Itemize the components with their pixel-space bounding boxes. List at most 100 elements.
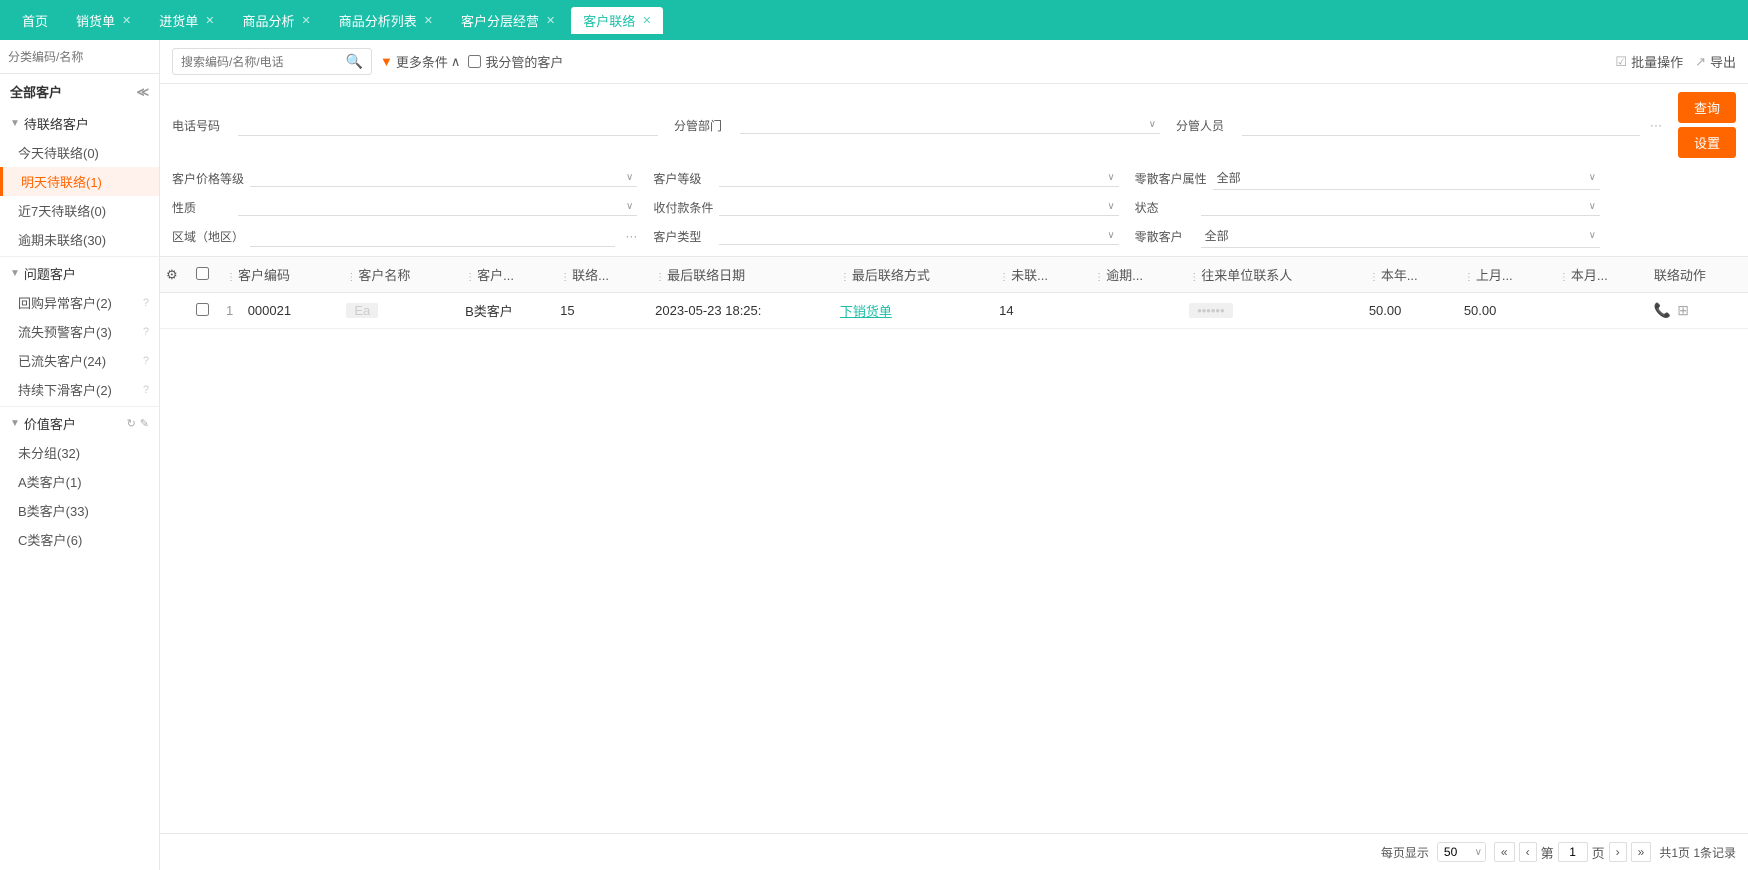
row-last-method[interactable]: 下销货单 — [840, 304, 892, 319]
last-page-btn[interactable]: » — [1631, 842, 1652, 862]
group-problem-customer[interactable]: ▼ 问题客户 — [0, 259, 159, 288]
prev-page-btn[interactable]: ‹ — [1519, 842, 1537, 862]
settings-icon[interactable]: ⚙ — [166, 267, 178, 282]
my-customer-checkbox[interactable] — [468, 55, 481, 68]
row-type-cell: B类客户 — [459, 293, 554, 329]
page-size-select[interactable]: 50 100 200 — [1437, 842, 1486, 862]
nav-item-3[interactable]: 商品分析列表 ✕ — [327, 7, 445, 34]
divider-2 — [0, 406, 159, 407]
batch-btn[interactable]: ☑ 批量操作 — [1615, 52, 1683, 71]
filter-dots-1[interactable]: ··· — [625, 229, 637, 243]
row-contact-person-cell: •••••• — [1183, 293, 1363, 329]
help-icon-0[interactable]: ? — [143, 297, 149, 309]
filter-customer-type-select[interactable]: ∨ — [719, 227, 1118, 245]
nav-home[interactable]: 首页 — [10, 7, 60, 34]
help-icon-2[interactable]: ? — [143, 355, 149, 367]
row-this-month-cell — [1553, 293, 1648, 329]
setting-btn[interactable]: 设置 — [1678, 127, 1736, 158]
filter-manager-input[interactable] — [1242, 115, 1640, 136]
sidebar-item-today[interactable]: 今天待联络(0) — [0, 138, 159, 167]
collapse-icon[interactable]: ≪ — [136, 85, 149, 99]
close-icon-3[interactable]: ✕ — [424, 14, 433, 27]
filter-dots-0[interactable]: ··· — [1650, 118, 1662, 132]
search-input[interactable] — [181, 55, 342, 69]
close-icon-1[interactable]: ✕ — [205, 14, 214, 27]
col-last-method: ⋮最后联络方式 — [834, 257, 993, 293]
filter-level-select[interactable]: ∨ — [719, 169, 1118, 187]
phone-action-icon[interactable]: 📞 — [1654, 302, 1671, 319]
grid-action-icon[interactable]: ⊞ — [1677, 302, 1689, 319]
next-page-btn[interactable]: › — [1609, 842, 1627, 862]
nav-item-0[interactable]: 销货单 ✕ — [64, 7, 143, 34]
filter-row-2: 客户价格等级 ∨ 客户等级 ∨ 零散客户属性 全部 — [172, 166, 1736, 190]
filter-row-4: 区域（地区） ··· 客户类型 ∨ 零散客户 全部 ∨ — [172, 224, 1736, 248]
sidebar-item-declining[interactable]: 持续下滑客户(2) ? — [0, 375, 159, 404]
close-icon-0[interactable]: ✕ — [122, 14, 131, 27]
filter-status-select[interactable]: ∨ — [1201, 198, 1600, 216]
row-checkbox-0[interactable] — [196, 303, 209, 316]
close-icon-2[interactable]: ✕ — [302, 14, 311, 27]
export-icon: ↗ — [1695, 54, 1706, 70]
sidebar-item-ungrouped[interactable]: 未分组(32) — [0, 438, 159, 467]
col-settings[interactable]: ⚙ — [160, 257, 190, 293]
col-last-date: ⋮最后联络日期 — [649, 257, 834, 293]
search-icon[interactable]: 🔍 — [346, 53, 363, 70]
filter-region: 区域（地区） ··· — [172, 226, 637, 247]
export-btn[interactable]: ↗ 导出 — [1695, 52, 1736, 71]
row-code: 000021 — [248, 303, 291, 318]
filter-dept-select[interactable]: ∨ — [740, 116, 1160, 134]
close-icon-5[interactable]: ✕ — [642, 14, 651, 27]
row-overdue-cell — [1088, 293, 1183, 329]
filter-status: 状态 ∨ — [1135, 198, 1600, 216]
help-icon-3[interactable]: ? — [143, 384, 149, 396]
sidebar-item-repurchase[interactable]: 回购异常客户(2) ? — [0, 288, 159, 317]
group-value-customer[interactable]: ▼ 价值客户 ↻ ✎ — [0, 409, 159, 438]
arrow-icon-2: ▼ — [10, 418, 20, 429]
group-pending-contact[interactable]: ▼ 待联络客户 — [0, 109, 159, 138]
sidebar-item-c-class[interactable]: C类客户(6) — [0, 525, 159, 554]
nav-item-1[interactable]: 进货单 ✕ — [147, 7, 226, 34]
sidebar-item-churned[interactable]: 已流失客户(24) ? — [0, 346, 159, 375]
nav-item-2[interactable]: 商品分析 ✕ — [230, 7, 322, 34]
filter-price-level-label: 客户价格等级 — [172, 170, 244, 187]
sidebar-item-b-class[interactable]: B类客户(33) — [0, 496, 159, 525]
filter-price-level-select[interactable]: ∨ — [250, 169, 637, 187]
all-customers-section[interactable]: 全部客户 ≪ — [0, 74, 159, 109]
edit-icon[interactable]: ✎ — [140, 417, 149, 430]
close-icon-4[interactable]: ✕ — [546, 14, 555, 27]
my-customer-checkbox-label[interactable]: 我分管的客户 — [468, 52, 563, 71]
sidebar-item-7days[interactable]: 近7天待联络(0) — [0, 196, 159, 225]
filter-btn[interactable]: ▼ 更多条件 ∧ — [380, 52, 460, 71]
page-label: 第 — [1541, 843, 1554, 862]
row-checkbox-cell — [190, 293, 220, 329]
sidebar-search-input[interactable] — [8, 50, 160, 64]
filter-retail-attr-select[interactable]: 全部 ∨ — [1213, 166, 1600, 190]
col-checkbox — [190, 257, 220, 293]
page-input[interactable] — [1558, 842, 1588, 862]
select-all-checkbox[interactable] — [196, 267, 209, 280]
first-page-btn[interactable]: « — [1494, 842, 1515, 862]
page-size-wrapper: 50 100 200 ∨ — [1437, 842, 1486, 862]
filter-phone-input[interactable] — [238, 115, 658, 136]
row-num: 1 — [226, 303, 233, 318]
sidebar-item-a-class[interactable]: A类客户(1) — [0, 467, 159, 496]
filter-nature-select[interactable]: ∨ — [238, 198, 637, 216]
col-name: ⋮客户名称 — [340, 257, 459, 293]
help-icon-1[interactable]: ? — [143, 326, 149, 338]
chevron-down-icon-retail2: ∨ — [1589, 230, 1596, 241]
row-action-cell: 📞 ⊞ — [1648, 293, 1748, 329]
sidebar-item-overdue[interactable]: 逾期未联络(30) — [0, 225, 159, 254]
query-btn[interactable]: 查询 — [1678, 92, 1736, 123]
filter-retail-customer-select[interactable]: 全部 ∨ — [1201, 224, 1600, 248]
per-page-label: 每页显示 — [1381, 844, 1429, 861]
pagination: 每页显示 50 100 200 ∨ « ‹ 第 页 › » — [160, 833, 1748, 870]
nav-item-5[interactable]: 客户联络 ✕ — [571, 7, 663, 34]
divider-1 — [0, 256, 159, 257]
sidebar-item-tomorrow[interactable]: 明天待联络(1) — [0, 167, 159, 196]
sidebar-item-churn-warning[interactable]: 流失预警客户(3) ? — [0, 317, 159, 346]
filter-region-input[interactable] — [250, 226, 615, 247]
nav-item-4[interactable]: 客户分层经营 ✕ — [449, 7, 567, 34]
refresh-icon[interactable]: ↻ — [127, 417, 136, 430]
filter-payment-select[interactable]: ∨ — [719, 198, 1118, 216]
table-header-row: ⚙ ⋮客户编码 ⋮客户名称 ⋮客户... ⋮联络... ⋮最后联络日期 ⋮最后联… — [160, 257, 1748, 293]
